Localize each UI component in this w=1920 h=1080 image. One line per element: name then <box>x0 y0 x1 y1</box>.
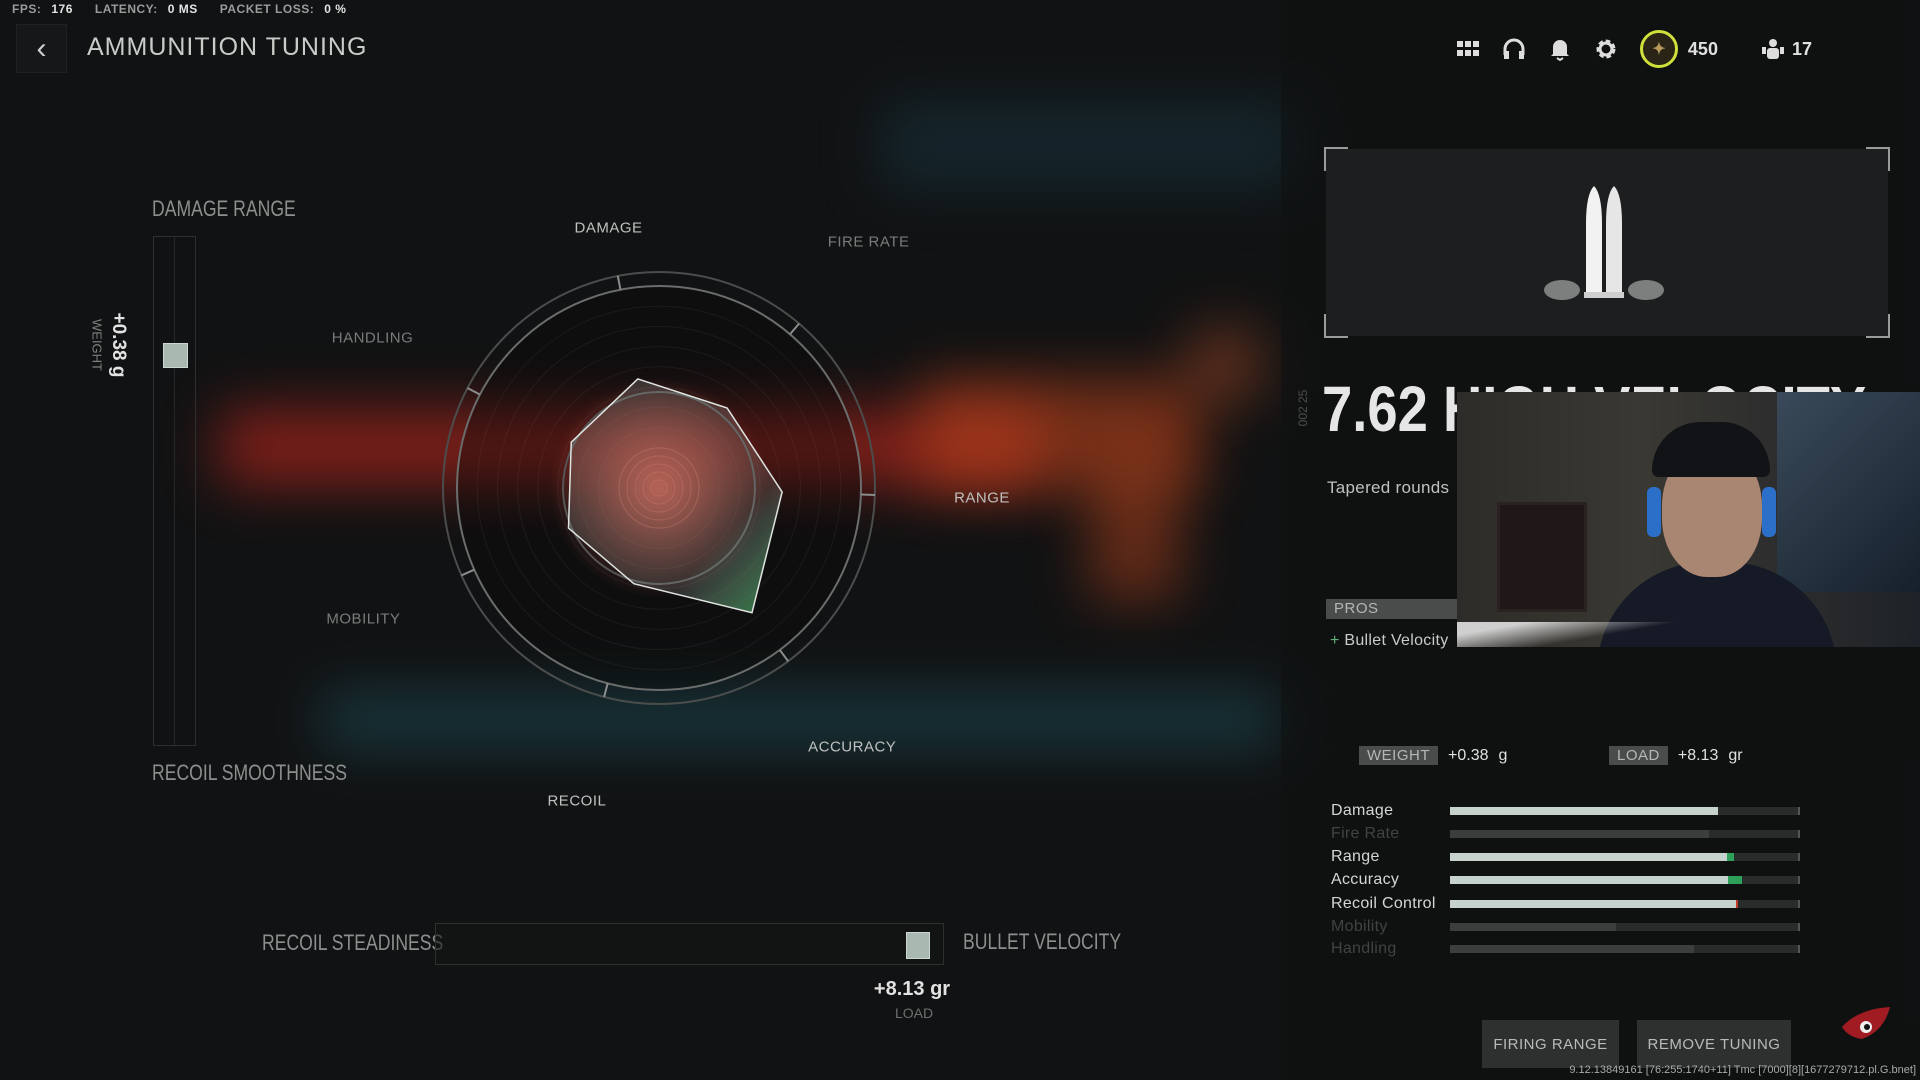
radar-label-accuracy: ACCURACY <box>808 738 897 756</box>
stat-bar-fill <box>1450 876 1729 884</box>
attachment-code: 002 25 <box>1296 389 1310 427</box>
firing-range-button[interactable]: FIRING RANGE <box>1482 1020 1619 1068</box>
pro-item: + Bullet Velocity <box>1330 632 1449 649</box>
pros-header: PROS <box>1326 599 1466 619</box>
stat-bar-end <box>1798 853 1800 861</box>
remove-tuning-button[interactable]: REMOVE TUNING <box>1637 1020 1791 1068</box>
weight-value: +0.38 <box>1448 746 1489 764</box>
build-string: 9.12.13849161 [76:255:1740+11] Tmc [7000… <box>1569 1064 1916 1076</box>
background-gun-grip <box>1090 460 1180 600</box>
stat-name: Accuracy <box>1331 871 1400 888</box>
radar-label-mobility: MOBILITY <box>326 610 401 628</box>
stat-name: Handling <box>1331 940 1397 957</box>
stat-bar-delta <box>1728 876 1742 884</box>
stat-row-handling: Handling <box>1331 939 1801 959</box>
gear-icon[interactable] <box>1594 37 1618 61</box>
stat-bar <box>1450 900 1800 908</box>
streamer-logo-icon <box>1842 1007 1890 1039</box>
radar-axis-tick <box>603 683 609 698</box>
stat-bar-fill <box>1450 830 1709 838</box>
radar-axis-tick <box>778 649 790 662</box>
stat-row-fire-rate: Fire Rate <box>1331 824 1801 844</box>
stat-bar-end <box>1798 807 1800 815</box>
stat-bar-fill <box>1450 945 1694 953</box>
stat-name: Range <box>1331 848 1380 865</box>
load-summary-value: +8.13 <box>1677 746 1719 764</box>
stat-bar-fill <box>1450 900 1739 908</box>
stat-row-range: Range <box>1331 847 1801 867</box>
attachment-description: Tapered rounds <box>1327 478 1450 497</box>
stat-bar-fill <box>1450 923 1617 931</box>
stat-bar <box>1450 853 1800 861</box>
stat-bar <box>1450 876 1800 884</box>
background-gun-sight <box>1190 330 1260 400</box>
stat-bar-delta <box>1727 853 1734 861</box>
stat-bar-end <box>1798 830 1800 838</box>
party-icon <box>1761 39 1784 59</box>
horizontal-tuning-slider[interactable] <box>435 923 944 965</box>
weight-summary: WEIGHT +0.38 g <box>1359 746 1507 765</box>
stat-name: Recoil Control <box>1331 895 1436 912</box>
load-label: LOAD <box>894 1005 934 1021</box>
radar-label-range: RANGE <box>954 489 1010 507</box>
weight-unit: g <box>1498 746 1508 764</box>
stat-bar-delta <box>1736 900 1739 908</box>
radar-axis-tick <box>460 568 475 577</box>
stat-row-damage: Damage <box>1331 801 1801 821</box>
stat-bar-end <box>1798 923 1800 931</box>
stat-bar <box>1450 807 1800 815</box>
radar-label-damage: DAMAGE <box>574 219 643 237</box>
load-value: +8.13 gr <box>873 978 951 1000</box>
stat-row-mobility: Mobility <box>1331 917 1801 937</box>
stat-bar <box>1450 945 1800 953</box>
bell-icon[interactable] <box>1548 37 1572 61</box>
ammo-preview-box <box>1324 147 1890 338</box>
stat-name: Damage <box>1331 802 1394 819</box>
grid-menu-icon[interactable] <box>1456 37 1480 61</box>
load-unit: gr <box>1728 746 1743 764</box>
stat-bar-end <box>1798 900 1800 908</box>
stat-bar <box>1450 830 1800 838</box>
weight-tag: WEIGHT <box>1359 746 1438 765</box>
stat-bar-end <box>1798 876 1800 884</box>
stat-row-accuracy: Accuracy <box>1331 870 1801 890</box>
stat-bar-fill <box>1450 853 1728 861</box>
stat-name: Fire Rate <box>1331 825 1400 842</box>
radar-axis-tick <box>616 275 622 290</box>
horizontal-left-label: RECOIL STEADINESS <box>262 930 444 955</box>
horizontal-right-label: BULLET VELOCITY <box>963 929 1122 954</box>
currency-value: 450 <box>1687 38 1718 59</box>
emblem-icon: ✦ <box>1639 30 1678 68</box>
webcam-overlay <box>1457 392 1920 647</box>
plus-icon: + <box>1330 632 1345 649</box>
load-summary: LOAD +8.13 gr <box>1609 746 1743 765</box>
stat-bar <box>1450 923 1800 931</box>
horizontal-slider-thumb[interactable] <box>906 932 930 959</box>
stat-bar-end <box>1798 945 1800 953</box>
currency-display[interactable]: ✦ 450 <box>1639 30 1718 68</box>
headset-icon[interactable] <box>1502 37 1526 61</box>
radar-label-recoil: RECOIL <box>547 792 607 810</box>
stat-bar-fill <box>1450 807 1719 815</box>
radar-axis-tick <box>466 387 481 396</box>
bullets-icon <box>1544 186 1664 300</box>
stat-name: Mobility <box>1331 918 1388 935</box>
radar-label-fire-rate: FIRE RATE <box>827 233 910 251</box>
load-tag: LOAD <box>1609 746 1668 765</box>
radar-label-handling: HANDLING <box>331 329 414 347</box>
radar-chart <box>442 271 876 705</box>
radar-axis-tick <box>789 322 800 335</box>
stat-row-recoil-control: Recoil Control <box>1331 894 1801 914</box>
party-display[interactable]: 17 <box>1761 37 1812 61</box>
top-bar: ✦ 450 17 <box>1456 28 1812 70</box>
party-count: 17 <box>1791 38 1812 59</box>
